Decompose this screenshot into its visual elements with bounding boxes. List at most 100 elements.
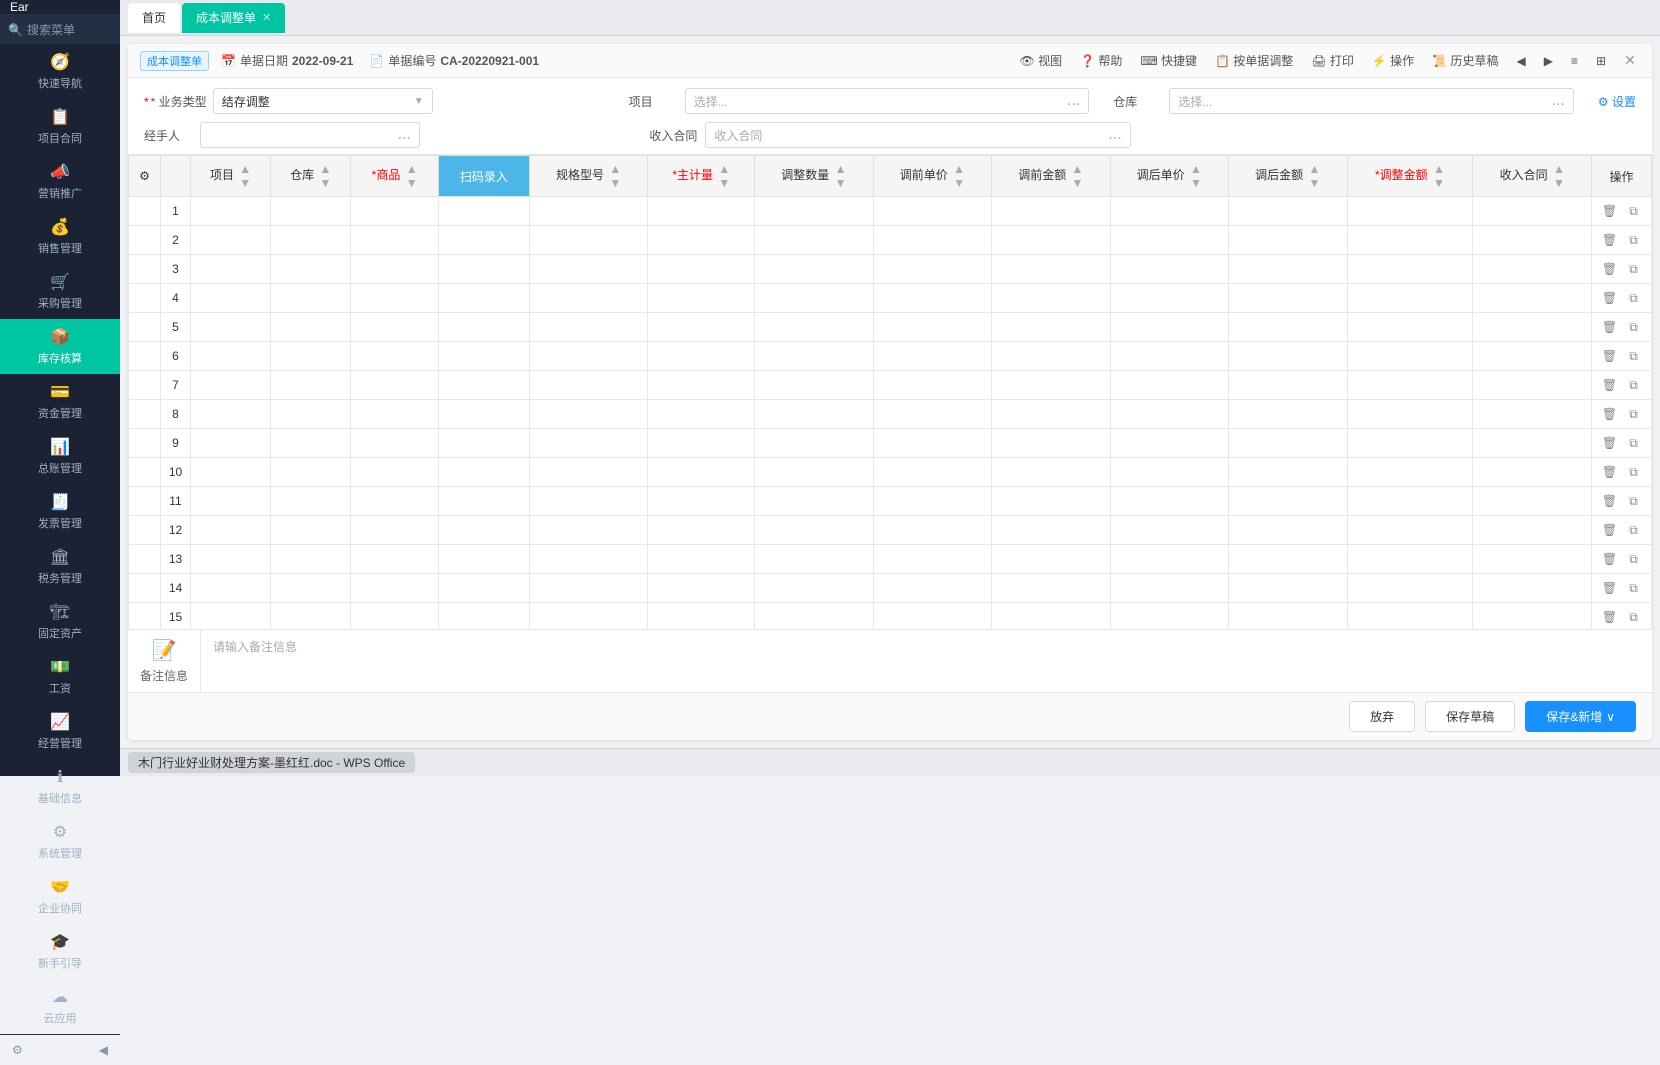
cell-unit-5[interactable] — [648, 313, 755, 342]
cell-qty-1[interactable] — [755, 197, 873, 226]
warehouse-input[interactable]: 选择... ... — [1169, 88, 1574, 114]
cell-after-amount-8[interactable] — [1229, 400, 1347, 429]
cell-income-13[interactable] — [1473, 545, 1592, 574]
delete-btn-9[interactable]: 🗑 — [1600, 433, 1620, 453]
cell-adjust-amount-7[interactable] — [1347, 371, 1473, 400]
cell-qty-11[interactable] — [755, 487, 873, 516]
cell-adjust-amount-8[interactable] — [1347, 400, 1473, 429]
copy-btn-11[interactable]: ⧉ — [1624, 491, 1644, 511]
cell-warehouse-14[interactable] — [271, 574, 351, 603]
cell-after-price-13[interactable] — [1110, 545, 1228, 574]
cell-before-amount-1[interactable] — [992, 197, 1110, 226]
cell-project-3[interactable] — [191, 255, 271, 284]
copy-btn-4[interactable]: ⧉ — [1624, 288, 1644, 308]
cell-income-14[interactable] — [1473, 574, 1592, 603]
delete-btn-5[interactable]: 🗑 — [1600, 317, 1620, 337]
cell-before-amount-11[interactable] — [992, 487, 1110, 516]
delete-btn-7[interactable]: 🗑 — [1600, 375, 1620, 395]
delete-btn-1[interactable]: 🗑 — [1600, 201, 1620, 221]
cell-unit-12[interactable] — [648, 516, 755, 545]
cell-project-15[interactable] — [191, 603, 271, 630]
th-project[interactable]: 项目 ▲▼ — [191, 156, 271, 197]
copy-btn-13[interactable]: ⧉ — [1624, 549, 1644, 569]
cell-after-price-15[interactable] — [1110, 603, 1228, 630]
cell-before-price-7[interactable] — [873, 371, 991, 400]
cell-before-price-3[interactable] — [873, 255, 991, 284]
sidebar-search[interactable]: 🔍 搜索菜单 — [0, 15, 120, 44]
cell-before-price-10[interactable] — [873, 458, 991, 487]
cell-unit-2[interactable] — [648, 226, 755, 255]
cell-unit-7[interactable] — [648, 371, 755, 400]
cell-warehouse-13[interactable] — [271, 545, 351, 574]
th-qty[interactable]: 调整数量 ▲▼ — [755, 156, 873, 197]
tab-close-icon[interactable]: ✕ — [262, 11, 271, 24]
cell-before-price-15[interactable] — [873, 603, 991, 630]
cell-after-price-3[interactable] — [1110, 255, 1228, 284]
copy-btn-7[interactable]: ⧉ — [1624, 375, 1644, 395]
sidebar-item-6[interactable]: 💳资金管理 — [0, 374, 120, 429]
cell-unit-13[interactable] — [648, 545, 755, 574]
handler-input[interactable]: ... — [200, 122, 420, 148]
cell-product-1[interactable] — [351, 197, 439, 226]
settings-btn[interactable]: ⚙ 设置 — [1598, 93, 1636, 110]
cell-unit-11[interactable] — [648, 487, 755, 516]
cell-before-amount-4[interactable] — [992, 284, 1110, 313]
copy-btn-9[interactable]: ⧉ — [1624, 433, 1644, 453]
sidebar-item-16[interactable]: 🎓新手引导 — [0, 924, 120, 979]
cell-project-8[interactable] — [191, 400, 271, 429]
cell-adjust-amount-1[interactable] — [1347, 197, 1473, 226]
cell-warehouse-8[interactable] — [271, 400, 351, 429]
action-print[interactable]: 🖨 打印 — [1307, 50, 1358, 71]
cell-spec-9[interactable] — [529, 429, 647, 458]
sidebar-item-2[interactable]: 📣营销推广 — [0, 154, 120, 209]
action-shortcut[interactable]: ⌨ 快捷键 — [1136, 50, 1201, 71]
cell-before-amount-6[interactable] — [992, 342, 1110, 371]
discard-button[interactable]: 放弃 — [1349, 701, 1415, 732]
cell-project-10[interactable] — [191, 458, 271, 487]
th-before-amount[interactable]: 调前金额 ▲▼ — [992, 156, 1110, 197]
th-scan[interactable]: 扫码录入 — [438, 156, 529, 197]
taskbar-item-wps[interactable]: 木门行业好业财处理方案-墨红红.doc - WPS Office — [128, 752, 415, 773]
sidebar-item-13[interactable]: ℹ基础信息 — [0, 759, 120, 814]
delete-btn-8[interactable]: 🗑 — [1600, 404, 1620, 424]
cell-after-amount-5[interactable] — [1229, 313, 1347, 342]
cell-income-10[interactable] — [1473, 458, 1592, 487]
warehouse-dots[interactable]: ... — [1552, 92, 1565, 110]
copy-btn-2[interactable]: ⧉ — [1624, 230, 1644, 250]
cell-product-10[interactable] — [351, 458, 439, 487]
cell-after-amount-11[interactable] — [1229, 487, 1347, 516]
cell-spec-10[interactable] — [529, 458, 647, 487]
cell-spec-12[interactable] — [529, 516, 647, 545]
cell-project-6[interactable] — [191, 342, 271, 371]
cell-income-6[interactable] — [1473, 342, 1592, 371]
action-adjust[interactable]: 📋 按单据调整 — [1211, 50, 1297, 71]
delete-btn-2[interactable]: 🗑 — [1600, 230, 1620, 250]
cell-adjust-amount-15[interactable] — [1347, 603, 1473, 630]
cell-before-price-14[interactable] — [873, 574, 991, 603]
cell-scan-5[interactable] — [438, 313, 529, 342]
delete-btn-12[interactable]: 🗑 — [1600, 520, 1620, 540]
project-input[interactable]: 选择... ... — [685, 88, 1090, 114]
cell-spec-4[interactable] — [529, 284, 647, 313]
cell-after-price-10[interactable] — [1110, 458, 1228, 487]
cell-before-amount-8[interactable] — [992, 400, 1110, 429]
copy-btn-8[interactable]: ⧉ — [1624, 404, 1644, 424]
cell-before-price-5[interactable] — [873, 313, 991, 342]
cell-income-7[interactable] — [1473, 371, 1592, 400]
th-warehouse[interactable]: 仓库 ▲▼ — [271, 156, 351, 197]
copy-btn-1[interactable]: ⧉ — [1624, 201, 1644, 221]
cell-after-amount-10[interactable] — [1229, 458, 1347, 487]
th-unit[interactable]: *主计量 ▲▼ — [648, 156, 755, 197]
cell-adjust-amount-11[interactable] — [1347, 487, 1473, 516]
cell-after-amount-15[interactable] — [1229, 603, 1347, 630]
cell-warehouse-11[interactable] — [271, 487, 351, 516]
business-type-input[interactable]: 结存调整 ▼ — [213, 88, 433, 114]
cell-warehouse-2[interactable] — [271, 226, 351, 255]
cell-scan-9[interactable] — [438, 429, 529, 458]
cell-scan-14[interactable] — [438, 574, 529, 603]
cell-product-13[interactable] — [351, 545, 439, 574]
cell-before-price-6[interactable] — [873, 342, 991, 371]
action-view[interactable]: 👁 视图 — [1016, 50, 1067, 71]
cell-warehouse-9[interactable] — [271, 429, 351, 458]
cell-income-9[interactable] — [1473, 429, 1592, 458]
